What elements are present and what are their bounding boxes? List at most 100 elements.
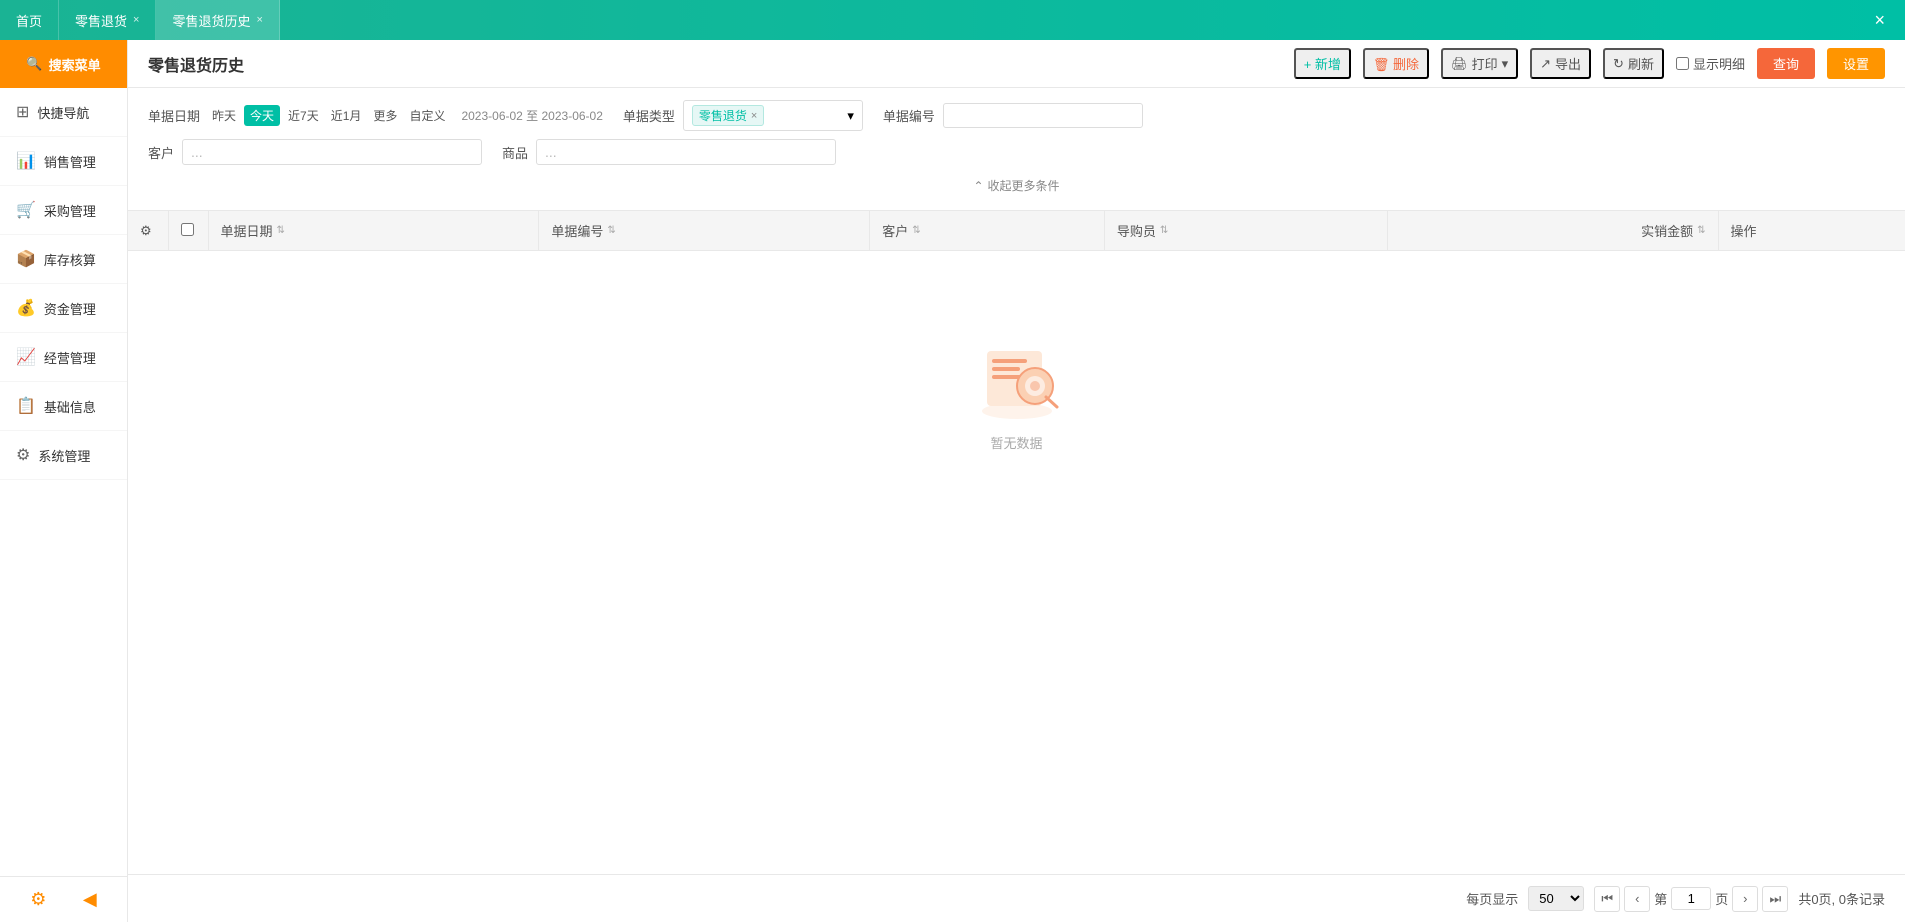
sidebar-item-quicknav[interactable]: ⊞ 快捷导航 [0,88,127,137]
table-body: 暂无数据 [128,251,1905,533]
purchase-icon: 🛒 [16,200,36,220]
show-detail-label: 显示明细 [1693,54,1745,73]
collapse-sidebar-icon[interactable]: ◀ [83,889,97,910]
sidebar: 🔍 搜索菜单 ⊞ 快捷导航 📊 销售管理 🛒 采购管理 📦 库存核算 💰 [0,40,128,922]
print-button[interactable]: 🖨 打印 ▾ [1441,48,1518,79]
pagination-bar: 每页显示 10 20 50 100 ⏮ ‹ 第 页 › ⏭ 共0页, 0条记录 [128,874,1905,922]
tab-bar: 首页 零售退货 × 零售退货历史 × [0,0,1866,40]
date-opt-more[interactable]: 更多 [369,105,401,126]
type-filter-label: 单据类型 [623,106,675,125]
content-area: 零售退货历史 + 新增 🗑 删除 🖨 打印 ▾ ↗ 导出 ↻ 刷新 [128,40,1905,922]
th-customer-sort-icon[interactable]: ⇅ [912,225,920,236]
sidebar-item-purchase-label: 采购管理 [44,201,96,220]
per-page-select[interactable]: 10 20 50 100 [1528,886,1584,911]
sidebar-item-sales[interactable]: 📊 销售管理 [0,137,127,186]
collapse-icon: ⌃ [973,179,983,193]
select-all-checkbox[interactable] [181,223,194,236]
per-page-label: 每页显示 [1466,889,1518,908]
empty-state: 暂无数据 [128,251,1905,532]
th-date-sort-icon[interactable]: ⇅ [277,225,285,236]
tab-retail-return-history-label: 零售退货历史 [172,11,250,30]
first-page-button[interactable]: ⏮ [1594,886,1620,912]
type-filter: 单据类型 零售退货 × ▾ [623,100,863,131]
delete-button[interactable]: 🗑 删除 [1363,48,1429,79]
export-icon: ↗ [1540,56,1551,72]
date-opt-yesterday[interactable]: 昨天 [208,105,240,126]
sidebar-item-finance[interactable]: 💰 资金管理 [0,284,127,333]
show-detail-checkbox[interactable] [1676,57,1689,70]
table-settings-icon[interactable]: ⚙ [140,223,152,238]
th-customer-label: 客户 [882,221,908,240]
grid-icon: ⊞ [16,102,29,122]
next-page-button[interactable]: › [1732,886,1758,912]
th-date-label: 单据日期 [221,221,273,240]
total-info: 共0页, 0条记录 [1798,889,1885,908]
sidebar-item-operations[interactable]: 📈 经营管理 [0,333,127,382]
th-settings[interactable]: ⚙ [128,211,168,251]
tab-retail-return-history[interactable]: 零售退货历史 × [156,0,279,40]
type-tag-text: 零售退货 [699,107,747,124]
th-amount-sort-icon[interactable]: ⇅ [1697,225,1705,236]
collapse-button[interactable]: ⌃ 收起更多条件 [148,173,1885,198]
date-opt-7days[interactable]: 近7天 [284,105,323,126]
export-label: 导出 [1555,54,1581,73]
basicinfo-icon: 📋 [16,396,36,416]
th-guide-sort-icon[interactable]: ⇅ [1160,225,1168,236]
th-amount-label: 实销金额 [1641,221,1693,240]
query-button[interactable]: 查询 [1757,48,1815,79]
add-button[interactable]: + 新增 [1294,48,1351,79]
sidebar-item-finance-label: 资金管理 [44,299,96,318]
date-opt-custom[interactable]: 自定义 [405,105,449,126]
top-bar-right: × [1866,10,1905,31]
date-range-text: 2023-06-02 至 2023-06-02 [461,107,602,124]
sidebar-item-purchase[interactable]: 🛒 采购管理 [0,186,127,235]
collapse-label: 收起更多条件 [988,177,1060,194]
type-tag: 零售退货 × [692,105,764,126]
tab-home[interactable]: 首页 [0,0,59,40]
th-code-sort-icon[interactable]: ⇅ [607,225,615,236]
tab-retail-return-close[interactable]: × [133,14,139,26]
table-header-row: ⚙ 单据日期 ⇅ 单据编号 [128,211,1905,251]
prev-page-button[interactable]: ‹ [1624,886,1650,912]
window-close-button[interactable]: × [1866,10,1893,31]
sidebar-item-operations-label: 经营管理 [44,348,96,367]
page-actions: + 新增 🗑 删除 🖨 打印 ▾ ↗ 导出 ↻ 刷新 显示明细 [1294,48,1885,79]
sidebar-item-system[interactable]: ⚙ 系统管理 [0,431,127,480]
sidebar-item-inventory[interactable]: 📦 库存核算 [0,235,127,284]
inventory-icon: 📦 [16,249,36,269]
th-actions-label: 操作 [1731,224,1757,239]
tab-retail-return[interactable]: 零售退货 × [59,0,156,40]
date-filter: 单据日期 昨天 今天 近7天 近1月 更多 自定义 2023-06-02 至 2… [148,105,603,126]
last-page-button[interactable]: ⏭ [1762,886,1788,912]
code-filter: 单据编号 [883,103,1143,128]
goods-filter: 商品 ... [502,139,836,165]
table-area: ⚙ 单据日期 ⇅ 单据编号 [128,211,1905,874]
date-filter-label: 单据日期 [148,106,200,125]
search-icon: 🔍 [26,56,42,72]
code-filter-input[interactable] [943,103,1143,128]
empty-state-row: 暂无数据 [128,251,1905,533]
show-detail-checkbox-label[interactable]: 显示明细 [1676,54,1745,73]
refresh-button[interactable]: ↻ 刷新 [1603,48,1664,79]
customer-filter-label: 客户 [148,143,174,162]
type-filter-select[interactable]: 零售退货 × ▾ [683,100,863,131]
sidebar-item-basicinfo[interactable]: 📋 基础信息 [0,382,127,431]
customer-filter-input[interactable]: ... [182,139,482,165]
th-checkbox[interactable] [168,211,208,251]
settings-button[interactable]: 设置 [1827,48,1885,79]
th-guide-label: 导购员 [1117,221,1156,240]
type-tag-close[interactable]: × [751,110,757,122]
page-suffix: 页 [1715,889,1728,908]
tab-home-label: 首页 [16,11,42,30]
date-opt-today[interactable]: 今天 [244,105,280,126]
customer-ellipsis: ... [191,144,203,160]
sidebar-search-button[interactable]: 🔍 搜索菜单 [0,40,127,88]
goods-filter-input[interactable]: ... [536,139,836,165]
settings-bottom-icon[interactable]: ⚙ [30,889,46,910]
filter-row-1: 单据日期 昨天 今天 近7天 近1月 更多 自定义 2023-06-02 至 2… [148,100,1885,131]
page-number-input[interactable] [1671,887,1711,910]
sidebar-item-inventory-label: 库存核算 [44,250,96,269]
export-button[interactable]: ↗ 导出 [1530,48,1591,79]
date-opt-1month[interactable]: 近1月 [327,105,366,126]
tab-retail-return-history-close[interactable]: × [256,14,262,26]
